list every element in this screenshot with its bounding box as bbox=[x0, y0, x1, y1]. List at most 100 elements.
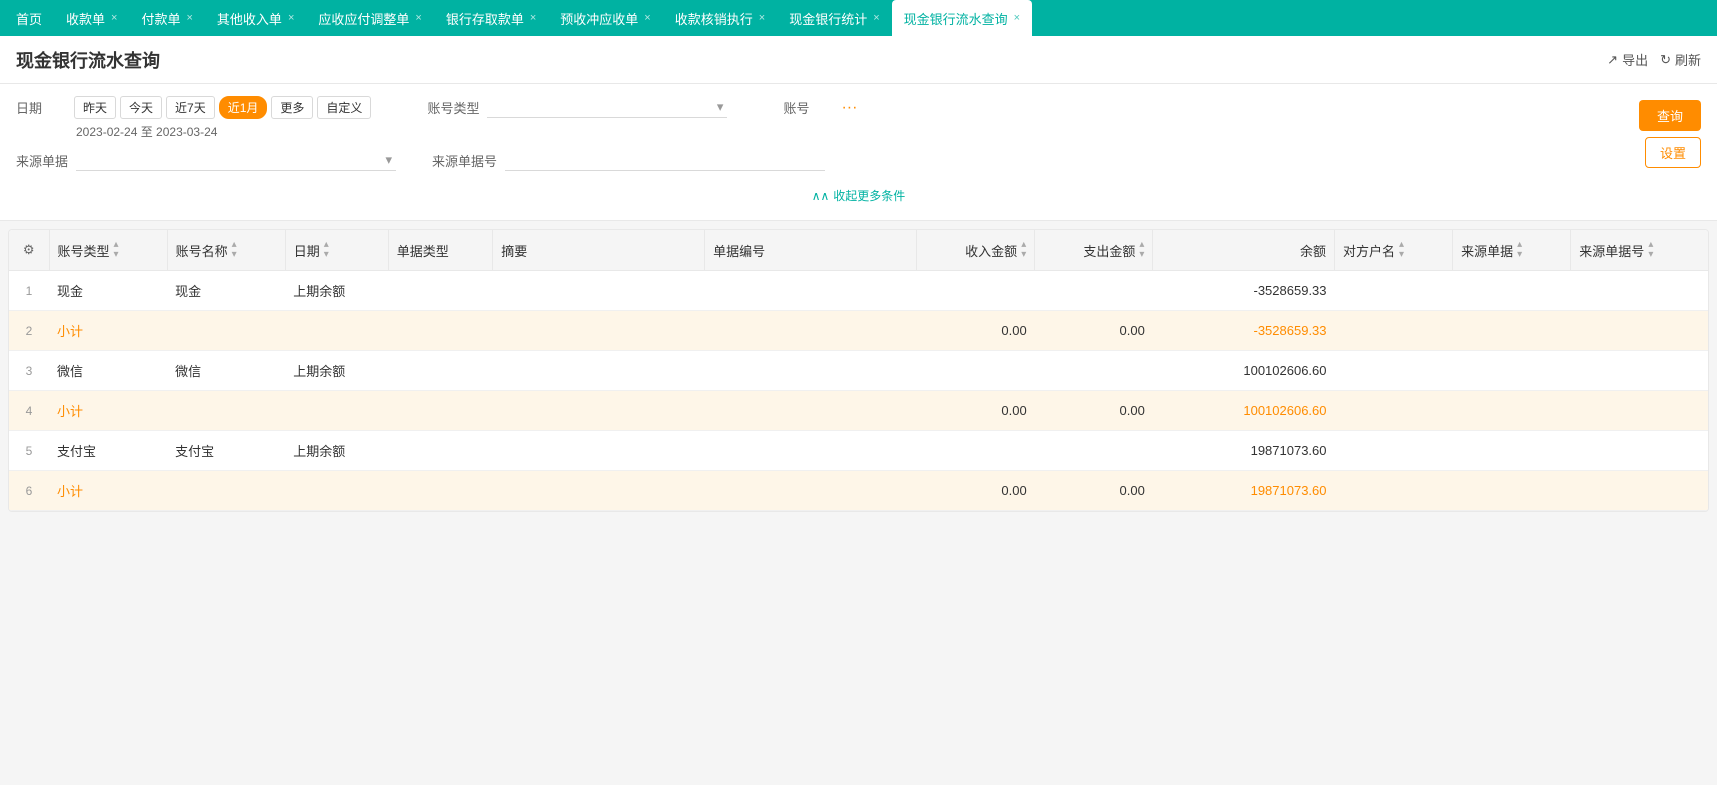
table-cell bbox=[1335, 271, 1453, 311]
export-button[interactable]: ↗ 导出 bbox=[1607, 50, 1648, 69]
th-account-name[interactable]: 账号名称 ▴▾ bbox=[167, 230, 285, 271]
table-cell bbox=[705, 431, 917, 471]
th-counterparty[interactable]: 对方户名 ▴▾ bbox=[1335, 230, 1453, 271]
th-doc-type[interactable]: 单据类型 bbox=[388, 230, 492, 271]
account-type-label: 账号类型 bbox=[427, 98, 479, 117]
dots-button[interactable]: ··· bbox=[841, 99, 857, 117]
account-type-select[interactable]: ▾ bbox=[487, 97, 727, 118]
source-doc-no-input[interactable] bbox=[505, 151, 825, 171]
table-cell: 19871073.60 bbox=[1153, 471, 1335, 511]
table-row: 4小计0.000.00100102606.60 bbox=[9, 391, 1708, 431]
header-actions: ↗ 导出 ↻ 刷新 bbox=[1607, 50, 1701, 69]
table-cell: 小计 bbox=[49, 311, 167, 351]
th-date[interactable]: 日期 ▴▾ bbox=[285, 230, 388, 271]
table-row: 1现金现金上期余额-3528659.33 bbox=[9, 271, 1708, 311]
nav-tab-flow[interactable]: 现金银行流水查询 × bbox=[892, 0, 1032, 36]
nav-tab-label: 收款核销执行 bbox=[675, 9, 753, 28]
nav-tab-bank-deposit[interactable]: 银行存取款单 × bbox=[434, 0, 548, 36]
sort-icon: ▴▾ bbox=[324, 240, 329, 260]
th-balance[interactable]: 余额 bbox=[1153, 230, 1335, 271]
nav-tab-other-income[interactable]: 其他收入单 × bbox=[205, 0, 306, 36]
settings-button[interactable]: 设置 bbox=[1645, 137, 1701, 168]
close-icon[interactable]: × bbox=[873, 12, 879, 24]
table-cell: 6 bbox=[9, 471, 49, 511]
refresh-button[interactable]: ↻ 刷新 bbox=[1660, 50, 1701, 69]
table-cell bbox=[1335, 351, 1453, 391]
nav-tab-adjust[interactable]: 应收应付调整单 × bbox=[306, 0, 433, 36]
table-cell: 上期余额 bbox=[285, 431, 388, 471]
filter-group-source-doc: 来源单据 ▾ bbox=[16, 150, 396, 171]
filter-row-1: 日期 昨天 今天 近7天 近1月 更多 自定义 账号类型 ▾ bbox=[16, 96, 1623, 119]
table-cell bbox=[285, 311, 388, 351]
table-cell: 小计 bbox=[49, 391, 167, 431]
table-cell bbox=[167, 311, 285, 351]
nav-tab-label: 现金银行统计 bbox=[789, 9, 867, 28]
table-cell bbox=[388, 311, 492, 351]
table-cell: 19871073.60 bbox=[1153, 431, 1335, 471]
table-cell bbox=[1453, 471, 1571, 511]
date-more[interactable]: 更多 bbox=[271, 96, 313, 119]
close-icon[interactable]: × bbox=[644, 12, 650, 24]
date-yesterday[interactable]: 昨天 bbox=[74, 96, 116, 119]
nav-tab-shoukuandan[interactable]: 收款单 × bbox=[54, 0, 129, 36]
date-1month[interactable]: 近1月 bbox=[219, 96, 268, 119]
flow-table: ⚙ 账号类型 ▴▾ 账号名称 ▴▾ 日期 bbox=[9, 230, 1708, 511]
table-cell bbox=[705, 351, 917, 391]
th-source-doc[interactable]: 来源单据 ▴▾ bbox=[1453, 230, 1571, 271]
table-row: 2小计0.000.00-3528659.33 bbox=[9, 311, 1708, 351]
th-doc-no[interactable]: 单据编号 bbox=[705, 230, 917, 271]
th-expense[interactable]: 支出金额 ▴▾ bbox=[1035, 230, 1153, 271]
nav-tab-exec[interactable]: 收款核销执行 × bbox=[663, 0, 777, 36]
nav-tab-prepay[interactable]: 预收冲应收单 × bbox=[548, 0, 662, 36]
table-cell bbox=[388, 271, 492, 311]
source-doc-select[interactable]: ▾ bbox=[76, 150, 396, 171]
close-icon[interactable]: × bbox=[415, 12, 421, 24]
table-cell bbox=[493, 471, 705, 511]
th-source-doc-no[interactable]: 来源单据号 ▴▾ bbox=[1571, 230, 1708, 271]
table-cell bbox=[1035, 271, 1153, 311]
date-custom[interactable]: 自定义 bbox=[317, 96, 371, 119]
table-cell bbox=[167, 391, 285, 431]
date-today[interactable]: 今天 bbox=[120, 96, 162, 119]
sort-icon: ▴▾ bbox=[1648, 240, 1653, 260]
nav-home[interactable]: 首页 bbox=[4, 0, 54, 36]
nav-tab-stats[interactable]: 现金银行统计 × bbox=[777, 0, 891, 36]
date-label: 日期 bbox=[16, 98, 66, 117]
table-cell: -3528659.33 bbox=[1153, 271, 1335, 311]
th-income[interactable]: 收入金额 ▴▾ bbox=[917, 230, 1035, 271]
th-gear[interactable]: ⚙ bbox=[9, 230, 49, 271]
nav-tab-fukuandan[interactable]: 付款单 × bbox=[129, 0, 204, 36]
collapse-bar[interactable]: ∧∧ 收起更多条件 bbox=[16, 183, 1701, 208]
table-cell: 100102606.60 bbox=[1153, 391, 1335, 431]
close-icon[interactable]: × bbox=[530, 12, 536, 24]
sort-icon: ▴▾ bbox=[232, 240, 237, 260]
top-nav: 首页 收款单 × 付款单 × 其他收入单 × 应收应付调整单 × 银行存取款单 … bbox=[0, 0, 1717, 36]
query-button[interactable]: 查询 bbox=[1639, 100, 1701, 131]
table-cell: 0.00 bbox=[917, 391, 1035, 431]
right-actions: 查询 设置 bbox=[1639, 96, 1701, 168]
nav-home-label: 首页 bbox=[16, 9, 42, 28]
close-icon[interactable]: × bbox=[288, 12, 294, 24]
close-icon[interactable]: × bbox=[111, 12, 117, 24]
table-cell bbox=[388, 391, 492, 431]
date-7days[interactable]: 近7天 bbox=[166, 96, 215, 119]
close-icon[interactable]: × bbox=[1014, 12, 1020, 24]
table-cell bbox=[493, 271, 705, 311]
chevron-down-icon: ▾ bbox=[385, 152, 392, 168]
filter-group-source-doc-no: 来源单据号 bbox=[432, 151, 825, 171]
table-cell: 2 bbox=[9, 311, 49, 351]
table-cell: 0.00 bbox=[917, 311, 1035, 351]
table-cell bbox=[1335, 391, 1453, 431]
th-account-type[interactable]: 账号类型 ▴▾ bbox=[49, 230, 167, 271]
table-cell: 0.00 bbox=[917, 471, 1035, 511]
table-cell: 3 bbox=[9, 351, 49, 391]
close-icon[interactable]: × bbox=[759, 12, 765, 24]
table-cell bbox=[1571, 471, 1708, 511]
th-summary[interactable]: 摘要 bbox=[493, 230, 705, 271]
collapse-label: 收起更多条件 bbox=[833, 187, 905, 204]
close-icon[interactable]: × bbox=[186, 12, 192, 24]
table-cell: 1 bbox=[9, 271, 49, 311]
filter-group-account-type: 账号类型 ▾ bbox=[427, 97, 727, 118]
table-cell bbox=[917, 431, 1035, 471]
main-content: ⚙ 账号类型 ▴▾ 账号名称 ▴▾ 日期 bbox=[8, 229, 1709, 512]
